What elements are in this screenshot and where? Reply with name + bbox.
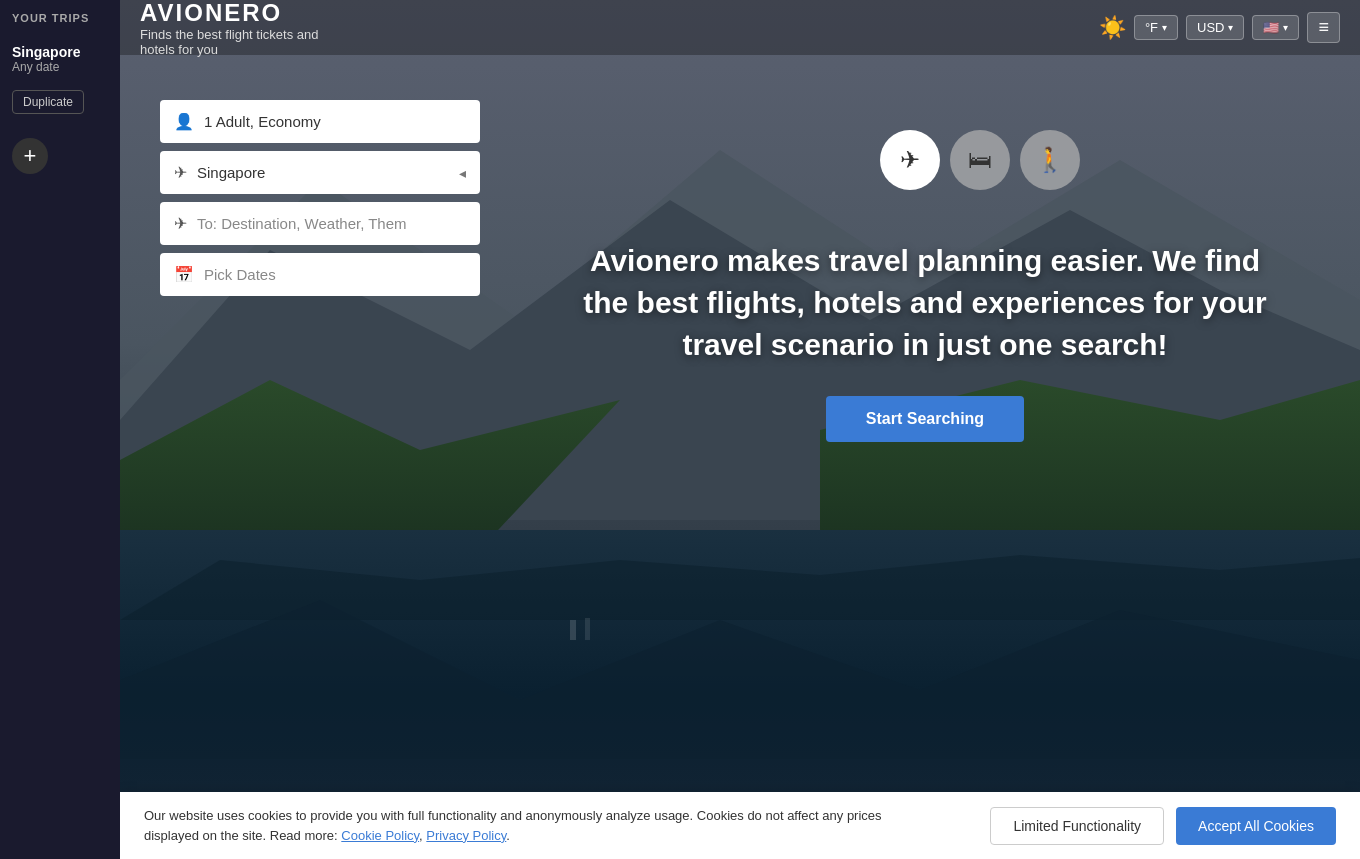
experiences-mode-button[interactable]: 🚶 (1020, 130, 1080, 190)
sidebar-trip: Singapore Any date (0, 36, 120, 82)
chevron-down-icon: ▾ (1228, 22, 1233, 33)
hotel-mode-button[interactable]: 🛏 (950, 130, 1010, 190)
flight-takeoff-icon: ✈ (174, 163, 187, 182)
svg-rect-9 (585, 618, 590, 640)
duplicate-button[interactable]: Duplicate (12, 90, 84, 114)
cookie-policy-link[interactable]: Cookie Policy (341, 828, 419, 843)
temperature-selector[interactable]: °F ▾ (1134, 15, 1178, 40)
flight-land-icon: ✈ (174, 214, 187, 233)
location-icon: ◂ (459, 165, 466, 181)
cookie-message: Our website uses cookies to provide you … (144, 806, 924, 845)
trip-name: Singapore (12, 44, 108, 60)
hero-title: Avionero makes travel planning easier. W… (570, 240, 1280, 366)
hotel-icon: 🛏 (968, 146, 992, 174)
currency-selector[interactable]: USD ▾ (1186, 15, 1244, 40)
header-controls: ☀️ °F ▾ USD ▾ 🇺🇸 ▾ ≡ (1099, 12, 1340, 43)
passengers-value: 1 Adult, Economy (204, 113, 321, 130)
airplane-icon: ✈ (900, 146, 920, 174)
menu-button[interactable]: ≡ (1307, 12, 1340, 43)
flight-mode-button[interactable]: ✈ (880, 130, 940, 190)
origin-value: Singapore (197, 164, 265, 181)
origin-field[interactable]: ✈ Singapore ◂ (160, 151, 480, 194)
search-section: 👤 1 Adult, Economy ✈ Singapore ◂ ✈ To: D… (160, 100, 480, 296)
privacy-policy-link[interactable]: Privacy Policy (426, 828, 506, 843)
main-content: AVIONERO Finds the best flight tickets a… (120, 0, 1360, 859)
cookie-buttons: Limited Functionality Accept All Cookies (990, 807, 1336, 845)
svg-rect-8 (570, 620, 576, 640)
calendar-icon: 📅 (174, 265, 194, 284)
destination-field[interactable]: ✈ To: Destination, Weather, Them (160, 202, 480, 245)
destination-placeholder: To: Destination, Weather, Them (197, 215, 407, 232)
brand-tagline: Finds the best flight tickets and hotels… (140, 27, 318, 57)
trip-date: Any date (12, 60, 108, 74)
dates-field[interactable]: 📅 Pick Dates (160, 253, 480, 296)
dates-placeholder: Pick Dates (204, 266, 276, 283)
accept-cookies-button[interactable]: Accept All Cookies (1176, 807, 1336, 845)
language-selector[interactable]: 🇺🇸 ▾ (1252, 15, 1299, 40)
hero-section: Avionero makes travel planning easier. W… (570, 240, 1280, 442)
sidebar-title: YOUR TRIPS (0, 12, 101, 24)
chevron-down-icon: ▾ (1162, 22, 1167, 33)
weather-icon: ☀️ (1099, 15, 1126, 41)
person-icon: 👤 (174, 112, 194, 131)
cookie-banner: Our website uses cookies to provide you … (120, 792, 1360, 859)
passengers-field[interactable]: 👤 1 Adult, Economy (160, 100, 480, 143)
limited-functionality-button[interactable]: Limited Functionality (990, 807, 1164, 845)
add-trip-button[interactable]: + (12, 138, 48, 174)
chevron-down-icon: ▾ (1283, 22, 1288, 33)
sidebar: YOUR TRIPS Singapore Any date Duplicate … (0, 0, 120, 859)
feature-icons: ✈ 🛏 🚶 (880, 130, 1080, 190)
start-searching-button[interactable]: Start Searching (826, 396, 1024, 442)
brand: AVIONERO Finds the best flight tickets a… (140, 0, 318, 57)
top-header: AVIONERO Finds the best flight tickets a… (120, 0, 1360, 55)
walking-icon: 🚶 (1035, 146, 1065, 174)
brand-name: AVIONERO (140, 0, 318, 27)
